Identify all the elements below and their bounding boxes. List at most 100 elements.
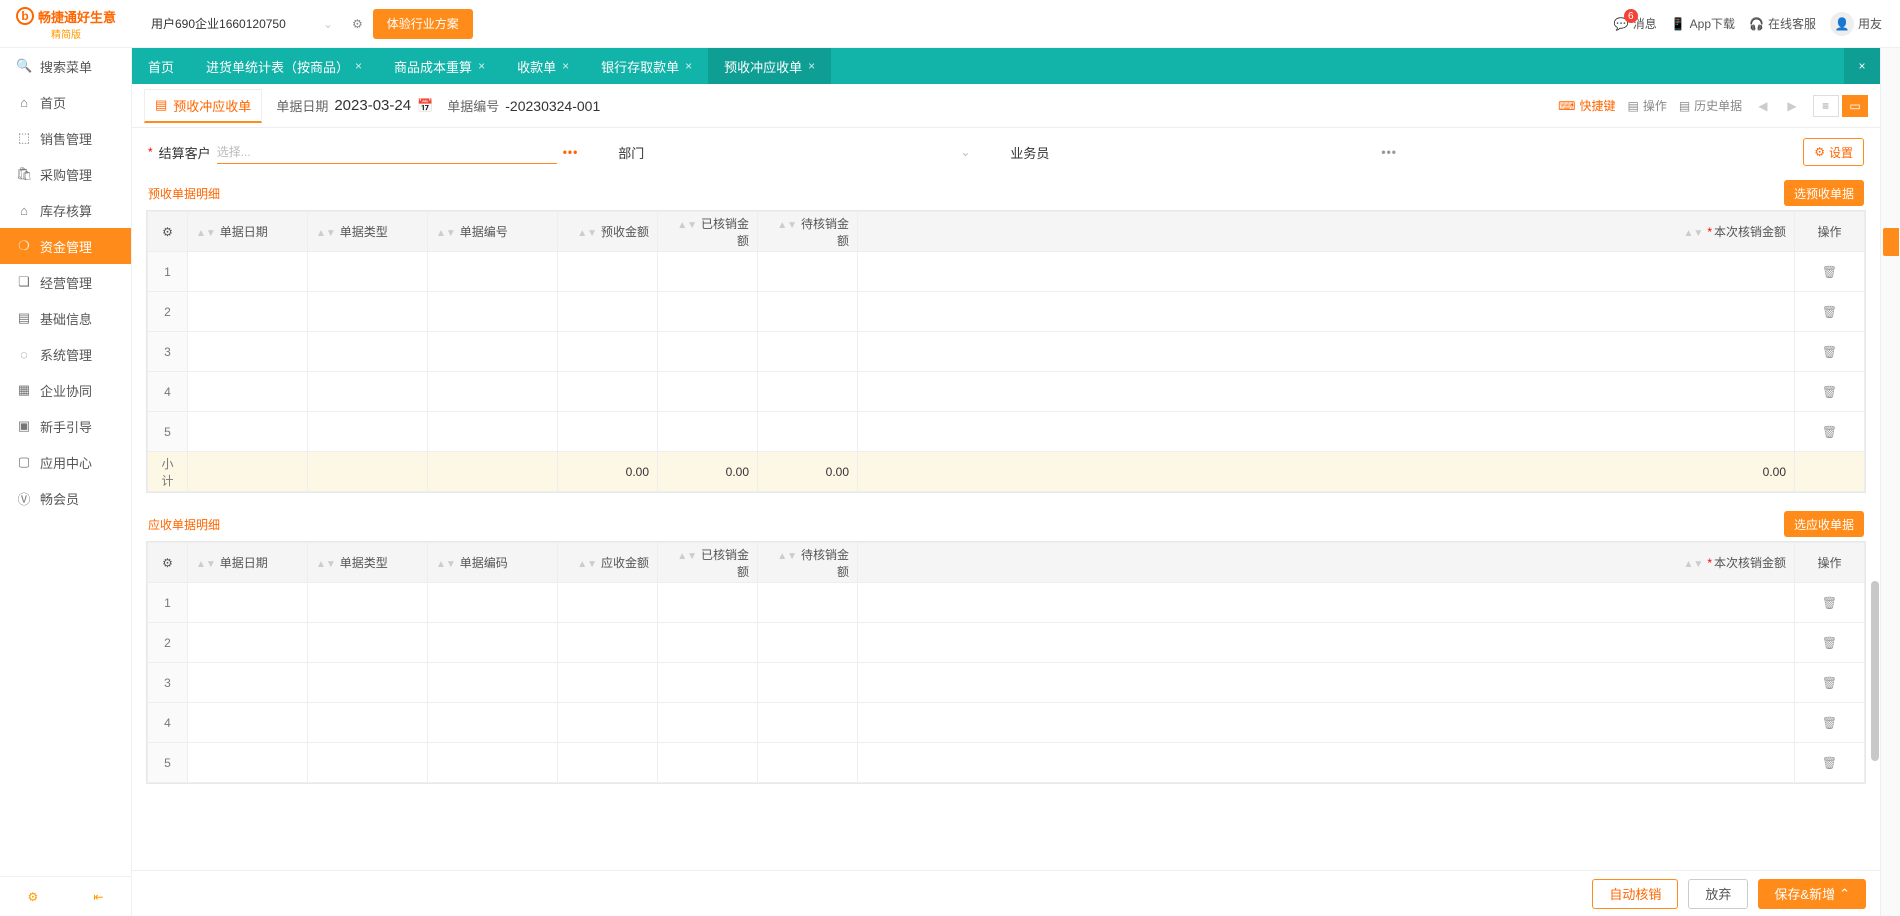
grid2-col-this[interactable]: ▲▼本次核销金额 xyxy=(858,543,1795,583)
table-row[interactable]: 3🗑 xyxy=(148,332,1865,372)
prev-doc-icon[interactable]: ◀ xyxy=(1754,99,1771,113)
table-row[interactable]: 3🗑 xyxy=(148,663,1865,703)
phone-icon: 📱 xyxy=(1671,17,1686,31)
trash-icon[interactable]: 🗑 xyxy=(1822,636,1837,650)
sidebar-item-system[interactable]: ◌系统管理 xyxy=(0,336,131,372)
online-service[interactable]: 🎧 在线客服 xyxy=(1749,15,1816,32)
sidebar-item-vip[interactable]: Ⓥ畅会员 xyxy=(0,480,131,516)
table-row[interactable]: 4🗑 xyxy=(148,372,1865,412)
grid1-col-no[interactable]: ▲▼单据编号 xyxy=(428,212,558,252)
footer: 自动核销 放弃 保存&新增⌃ xyxy=(132,870,1880,916)
grid2-col-type[interactable]: ▲▼单据类型 xyxy=(308,543,428,583)
table-row[interactable]: 5🗑 xyxy=(148,743,1865,783)
content: 首页 进货单统计表（按商品）× 商品成本重算× 收款单× 银行存取款单× 预收冲… xyxy=(132,48,1880,916)
user-menu[interactable]: 👤 用友 xyxy=(1830,12,1882,36)
grid2-col-verified[interactable]: ▲▼已核销金额 xyxy=(658,543,758,583)
grid1-col-this[interactable]: ▲▼本次核销金额 xyxy=(858,212,1795,252)
grid1-col-pending[interactable]: ▲▼待核销金额 xyxy=(758,212,858,252)
staff-input[interactable] xyxy=(1055,141,1375,164)
sidebar-item-guide[interactable]: ▣新手引导 xyxy=(0,408,131,444)
grid2-gear-header[interactable]: ⚙ xyxy=(148,543,188,583)
next-doc-icon[interactable]: ▶ xyxy=(1783,99,1800,113)
grid2-col-pending[interactable]: ▲▼待核销金额 xyxy=(758,543,858,583)
sidebar-item-purchase[interactable]: 🛍采购管理 xyxy=(0,156,131,192)
table-row[interactable]: 1🗑 xyxy=(148,583,1865,623)
close-icon[interactable]: × xyxy=(562,59,569,73)
grid1-col-amt[interactable]: ▲▼预收金额 xyxy=(558,212,658,252)
grid1-gear-header[interactable]: ⚙ xyxy=(148,212,188,252)
auto-verify-button[interactable]: 自动核销 xyxy=(1592,879,1678,909)
sidebar-item-finance[interactable]: ❍资金管理 xyxy=(0,228,131,264)
table-row[interactable]: 5🗑 xyxy=(148,412,1865,452)
app-download[interactable]: 📱 App下载 xyxy=(1671,15,1735,32)
calendar-icon[interactable]: 📅 xyxy=(417,98,433,114)
close-icon[interactable]: × xyxy=(685,59,692,73)
sidebar-item-operation[interactable]: ❏经营管理 xyxy=(0,264,131,300)
close-icon[interactable]: × xyxy=(478,59,485,73)
close-all-tabs[interactable]: × xyxy=(1844,48,1880,84)
table-row[interactable]: 4🗑 xyxy=(148,703,1865,743)
sidebar-item-label: 系统管理 xyxy=(40,345,92,364)
discard-button[interactable]: 放弃 xyxy=(1688,879,1748,909)
tenant-gear-icon[interactable]: ⚙ xyxy=(352,17,363,31)
table-row[interactable]: 2🗑 xyxy=(148,292,1865,332)
shortcut-button[interactable]: ⌨快捷键 xyxy=(1558,97,1615,114)
tab-cost-recalc[interactable]: 商品成本重算× xyxy=(378,48,501,84)
trash-icon[interactable]: 🗑 xyxy=(1822,345,1837,359)
tab-prepay-offset[interactable]: 预收冲应收单× xyxy=(708,48,831,84)
trash-icon[interactable]: 🗑 xyxy=(1822,425,1837,439)
pick-prepay-button[interactable]: 选预收单据 xyxy=(1784,180,1864,206)
trash-icon[interactable]: 🗑 xyxy=(1822,756,1837,770)
staff-picker-icon[interactable]: ••• xyxy=(1381,145,1397,159)
view-card-button[interactable]: ▭ xyxy=(1842,95,1868,117)
close-icon[interactable]: × xyxy=(355,59,362,73)
operate-button[interactable]: ▤操作 xyxy=(1627,97,1666,114)
gear-icon[interactable]: ⚙ xyxy=(28,890,39,904)
doc-number: 单据编号 -20230324-001 xyxy=(447,96,600,115)
tab-home[interactable]: 首页 xyxy=(132,48,190,84)
grid2-col-no[interactable]: ▲▼单据编码 xyxy=(428,543,558,583)
table-row[interactable]: 2🗑 xyxy=(148,623,1865,663)
sidebar-item-home[interactable]: ⌂首页 xyxy=(0,84,131,120)
dock-handle-icon[interactable] xyxy=(1883,228,1899,256)
sidebar-item-search[interactable]: 🔍搜索菜单 xyxy=(0,48,131,84)
view-list-button[interactable]: ≡ xyxy=(1813,95,1839,117)
sidebar-item-label: 基础信息 xyxy=(40,309,92,328)
save-new-button[interactable]: 保存&新增⌃ xyxy=(1758,879,1866,909)
customer-picker-icon[interactable]: ••• xyxy=(563,145,579,159)
sidebar-item-label: 库存核算 xyxy=(40,201,92,220)
sidebar-item-basic[interactable]: ▤基础信息 xyxy=(0,300,131,336)
grid2-col-date[interactable]: ▲▼单据日期 xyxy=(188,543,308,583)
grid2-col-amt[interactable]: ▲▼应收金额 xyxy=(558,543,658,583)
messages[interactable]: 💬 消息 6 xyxy=(1614,15,1657,32)
doc-date-value[interactable]: 2023-03-24 xyxy=(334,97,411,114)
table-row[interactable]: 1🗑 xyxy=(148,252,1865,292)
trash-icon[interactable]: 🗑 xyxy=(1822,305,1837,319)
settings-button[interactable]: ⚙设置 xyxy=(1803,138,1864,166)
sidebar-item-sales[interactable]: ⬚销售管理 xyxy=(0,120,131,156)
grid1-col-verified[interactable]: ▲▼已核销金额 xyxy=(658,212,758,252)
dept-input[interactable] xyxy=(650,141,970,164)
pick-receivable-button[interactable]: 选应收单据 xyxy=(1784,511,1864,537)
trial-button[interactable]: 体验行业方案 xyxy=(373,9,473,39)
tab-receipt[interactable]: 收款单× xyxy=(501,48,585,84)
sidebar-item-inventory[interactable]: ⌂库存核算 xyxy=(0,192,131,228)
customer-input[interactable] xyxy=(217,141,557,164)
close-icon[interactable]: × xyxy=(808,59,815,73)
sidebar-item-collab[interactable]: ▦企业协同 xyxy=(0,372,131,408)
tenant-select[interactable]: 用户690企业1660120750 ⌄ xyxy=(142,9,342,39)
trash-icon[interactable]: 🗑 xyxy=(1822,716,1837,730)
grid2-scrollbar[interactable] xyxy=(1871,581,1879,783)
history-button[interactable]: ▤历史单据 xyxy=(1679,97,1742,114)
collapse-icon[interactable]: ⇤ xyxy=(93,890,103,904)
chevron-down-icon[interactable]: ⌄ xyxy=(960,145,970,159)
trash-icon[interactable]: 🗑 xyxy=(1822,676,1837,690)
trash-icon[interactable]: 🗑 xyxy=(1822,385,1837,399)
tab-purchase-report[interactable]: 进货单统计表（按商品）× xyxy=(190,48,378,84)
trash-icon[interactable]: 🗑 xyxy=(1822,596,1837,610)
tab-bank[interactable]: 银行存取款单× xyxy=(585,48,708,84)
grid1-col-date[interactable]: ▲▼单据日期 xyxy=(188,212,308,252)
sidebar-item-apps[interactable]: ▢应用中心 xyxy=(0,444,131,480)
grid1-col-type[interactable]: ▲▼单据类型 xyxy=(308,212,428,252)
trash-icon[interactable]: 🗑 xyxy=(1822,265,1837,279)
